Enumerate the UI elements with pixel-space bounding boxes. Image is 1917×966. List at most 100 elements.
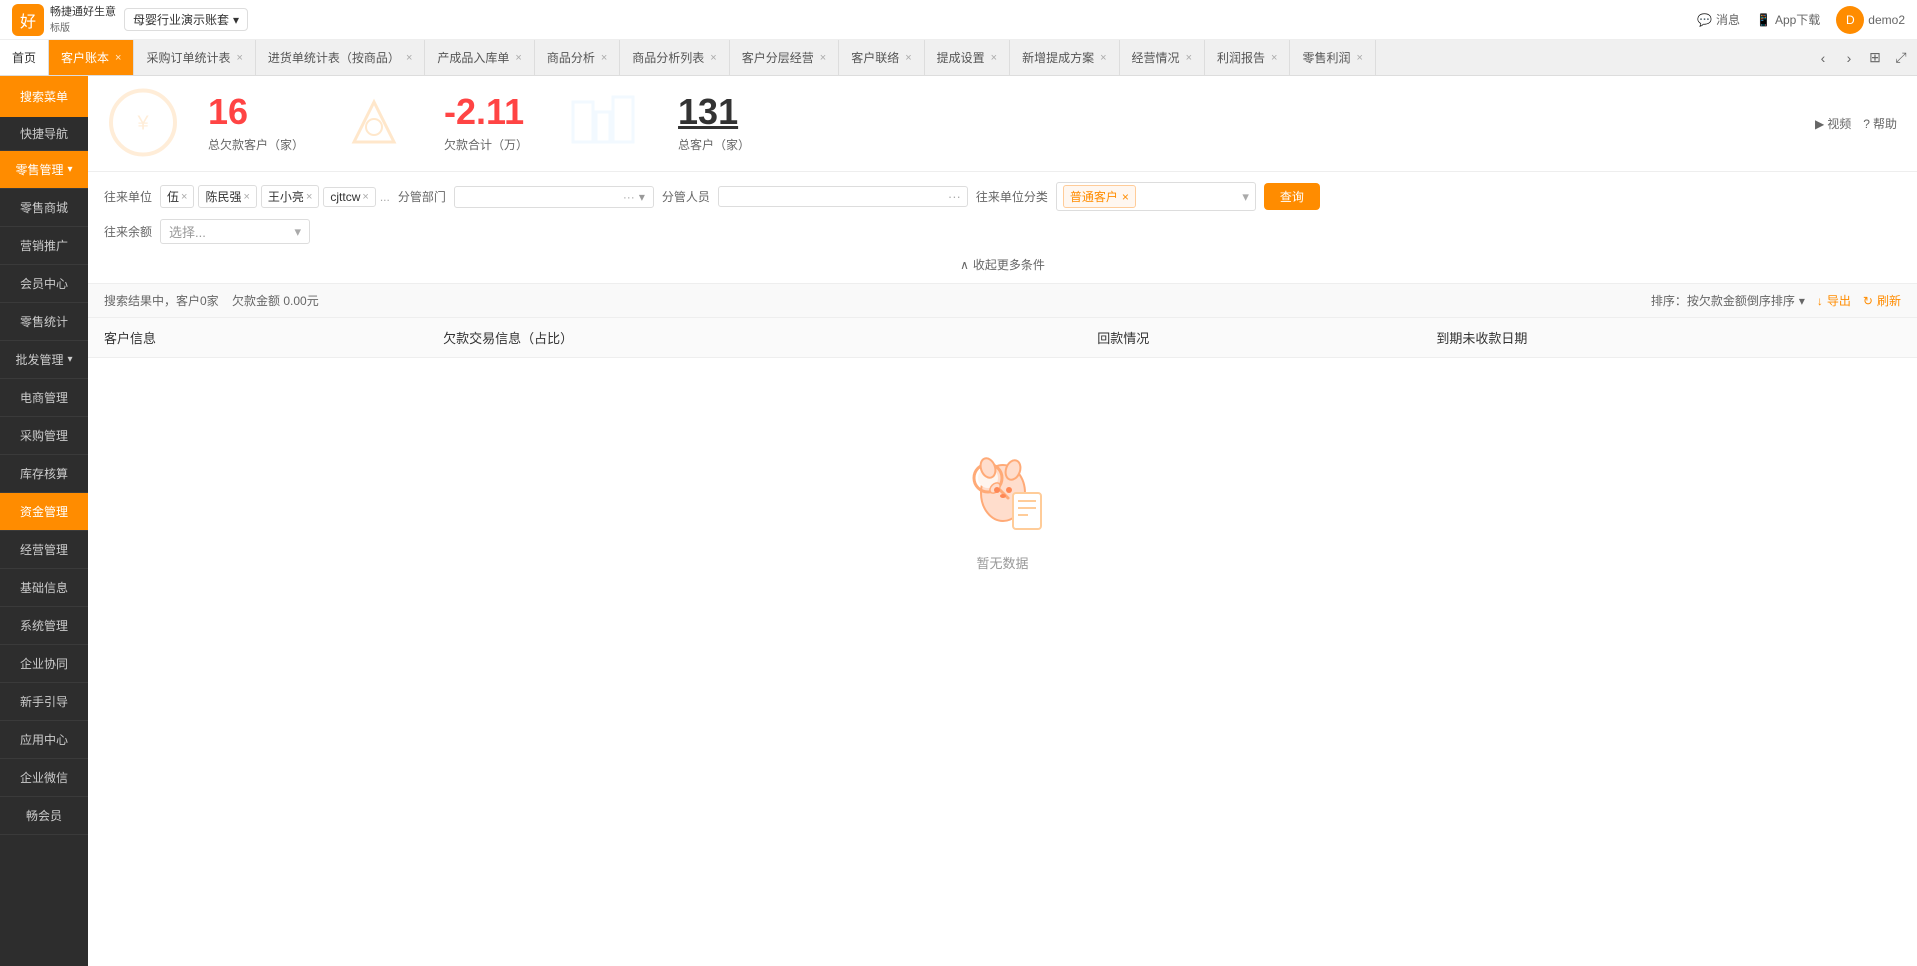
tab-purchase-orders[interactable]: 采购订单统计表 × xyxy=(134,40,255,76)
header-right: 💬 消息 📱 App下载 D demo2 xyxy=(1697,6,1905,34)
tab-scroll-right[interactable]: › xyxy=(1837,46,1861,70)
tab-purchase-orders-close[interactable]: × xyxy=(236,52,242,64)
search-menu-btn[interactable]: 搜索菜单 xyxy=(8,84,80,109)
video-label: 视频 xyxy=(1827,115,1851,132)
tab-customer-contact[interactable]: 客户联络 × xyxy=(839,40,924,76)
tab-customer-contact-close[interactable]: × xyxy=(905,52,911,64)
person-label: 分管人员 xyxy=(662,188,710,205)
tab-goods-list-close[interactable]: × xyxy=(710,52,716,64)
sidebar-item-retail-stats[interactable]: 零售统计 xyxy=(0,303,88,341)
video-btn[interactable]: ▶ 视频 xyxy=(1815,115,1851,132)
tab-goods-analysis-close[interactable]: × xyxy=(601,52,607,64)
tab-scroll-left[interactable]: ‹ xyxy=(1811,46,1835,70)
user-name: demo2 xyxy=(1868,13,1905,27)
app-download-btn[interactable]: 📱 App下载 xyxy=(1756,11,1820,28)
filter-tag-t1[interactable]: 伍 × xyxy=(160,185,194,208)
filter-more-btn[interactable]: ... xyxy=(380,190,390,204)
sidebar-item-retail-mall[interactable]: 零售商城 xyxy=(0,189,88,227)
sort-button[interactable]: 排序：按欠款金额倒序排序 ▾ xyxy=(1651,292,1805,309)
tab-profit-close[interactable]: × xyxy=(1271,52,1277,64)
sidebar-item-system-mgmt[interactable]: 系统管理 xyxy=(0,607,88,645)
stat-card-3: 131 总客户（家） xyxy=(678,94,750,153)
tab-nav-buttons: ‹ › ⊞ ⤢ xyxy=(1811,46,1917,70)
message-btn[interactable]: 💬 消息 xyxy=(1697,11,1740,28)
help-btn[interactable]: ? 帮助 xyxy=(1863,115,1897,132)
results-bar-right: 排序：按欠款金额倒序排序 ▾ ↓ 导出 ↻ 刷新 xyxy=(1651,292,1901,309)
unit-class-tag[interactable]: 普通客户 × xyxy=(1063,185,1136,208)
sidebar-item-member-center[interactable]: 会员中心 xyxy=(0,265,88,303)
collapse-btn[interactable]: ∧ 收起更多条件 xyxy=(960,256,1045,273)
tab-accounts[interactable]: 客户账本 × xyxy=(49,40,134,76)
search-button[interactable]: 查询 xyxy=(1264,183,1320,210)
app-icon: 📱 xyxy=(1756,13,1771,27)
remainder-select[interactable]: 选择... ▾ xyxy=(160,219,310,244)
tab-promotion-settings-close[interactable]: × xyxy=(991,52,997,64)
tab-home[interactable]: 首页 xyxy=(0,40,49,76)
tab-production[interactable]: 产成品入库单 × xyxy=(425,40,534,76)
department-select[interactable]: ··· ▾ xyxy=(454,186,654,208)
sidebar-quick-nav[interactable]: 快捷导航 xyxy=(0,117,88,151)
tab-goods-analysis[interactable]: 商品分析 × xyxy=(535,40,620,76)
tag-t3-remove[interactable]: × xyxy=(306,191,312,203)
tab-expand[interactable]: ⊞ xyxy=(1863,46,1887,70)
sidebar-retail-mall-label: 零售商城 xyxy=(20,199,68,216)
export-label: 导出 xyxy=(1827,292,1851,309)
sidebar-item-retail-mgmt[interactable]: 零售管理 ▾ xyxy=(0,151,88,189)
total-customers-label: 总欠款客户（家） xyxy=(208,136,304,153)
play-icon: ▶ xyxy=(1815,117,1824,131)
sidebar-item-purchase-mgmt[interactable]: 采购管理 xyxy=(0,417,88,455)
tag-t1-remove[interactable]: × xyxy=(181,191,187,203)
refresh-btn[interactable]: ↻ 刷新 xyxy=(1863,292,1901,309)
tag-t4-remove[interactable]: × xyxy=(362,191,368,203)
sidebar-item-app-center[interactable]: 应用中心 xyxy=(0,721,88,759)
tab-operations-close[interactable]: × xyxy=(1186,52,1192,64)
company-selector[interactable]: 母婴行业演示账套 ▾ xyxy=(124,8,248,31)
tab-new-promotion[interactable]: 新增提成方案 × xyxy=(1010,40,1119,76)
sidebar-item-newbie-guide[interactable]: 新手引导 xyxy=(0,683,88,721)
user-profile-btn[interactable]: D demo2 xyxy=(1836,6,1905,34)
tab-customer-segment-close[interactable]: × xyxy=(820,52,826,64)
debt-amount-text: 欠款金额 0.00元 xyxy=(232,294,319,308)
export-icon: ↓ xyxy=(1817,294,1823,308)
message-icon: 💬 xyxy=(1697,13,1712,27)
tab-promotion-settings[interactable]: 提成设置 × xyxy=(925,40,1010,76)
debt-total-label: 欠款合计（万） xyxy=(444,136,528,153)
filter-tag-t3[interactable]: 王小亮 × xyxy=(261,185,319,208)
person-input-area[interactable]: ··· xyxy=(718,186,968,207)
tab-operations[interactable]: 经营情况 × xyxy=(1120,40,1205,76)
sidebar-item-enterprise-coop[interactable]: 企业协同 xyxy=(0,645,88,683)
tab-new-promotion-close[interactable]: × xyxy=(1100,52,1106,64)
sidebar-item-marketing[interactable]: 营销推广 xyxy=(0,227,88,265)
filter-tag-t2[interactable]: 陈民强 × xyxy=(198,185,256,208)
filter-tag-t4[interactable]: cjttcw × xyxy=(323,187,375,207)
tab-customer-segment-label: 客户分层经营 xyxy=(742,49,814,66)
total-customers2-value: 131 xyxy=(678,94,750,130)
tab-profit-report[interactable]: 利润报告 × xyxy=(1205,40,1290,76)
tab-fullscreen[interactable]: ⤢ xyxy=(1889,46,1913,70)
sidebar-item-wholesale-mgmt[interactable]: 批发管理 ▾ xyxy=(0,341,88,379)
tab-customer-segment[interactable]: 客户分层经营 × xyxy=(730,40,839,76)
tab-production-close[interactable]: × xyxy=(515,52,521,64)
app-label: App下载 xyxy=(1775,11,1820,28)
sidebar-item-enterprise-wechat[interactable]: 企业微信 xyxy=(0,759,88,797)
sidebar-retail-mgmt-label: 零售管理 xyxy=(15,161,63,178)
sidebar-item-ecommerce[interactable]: 电商管理 xyxy=(0,379,88,417)
tag-t2-remove[interactable]: × xyxy=(243,191,249,203)
tab-retail-profit-close[interactable]: × xyxy=(1356,52,1362,64)
message-label: 消息 xyxy=(1716,11,1740,28)
tab-goods-analysis-list[interactable]: 商品分析列表 × xyxy=(620,40,729,76)
sidebar-item-operations-mgmt[interactable]: 经营管理 xyxy=(0,531,88,569)
sidebar-item-member-vip[interactable]: 畅会员 xyxy=(0,797,88,835)
unit-class-select[interactable]: 普通客户 × ▾ xyxy=(1056,182,1256,211)
unit-class-arrow: ▾ xyxy=(1242,189,1249,205)
tab-inbound-close[interactable]: × xyxy=(406,52,412,64)
sidebar-item-finance[interactable]: 资金管理 xyxy=(0,493,88,531)
export-btn[interactable]: ↓ 导出 xyxy=(1817,292,1851,309)
tab-inbound-stats[interactable]: 进货单统计表（按商品） × xyxy=(256,40,425,76)
tab-accounts-close[interactable]: × xyxy=(115,52,121,64)
tab-retail-profit[interactable]: 零售利润 × xyxy=(1290,40,1375,76)
unit-class-remove[interactable]: × xyxy=(1122,190,1129,204)
sidebar-item-inventory[interactable]: 库存核算 xyxy=(0,455,88,493)
total-customers-value: 16 xyxy=(208,94,304,130)
sidebar-item-basic-info[interactable]: 基础信息 xyxy=(0,569,88,607)
